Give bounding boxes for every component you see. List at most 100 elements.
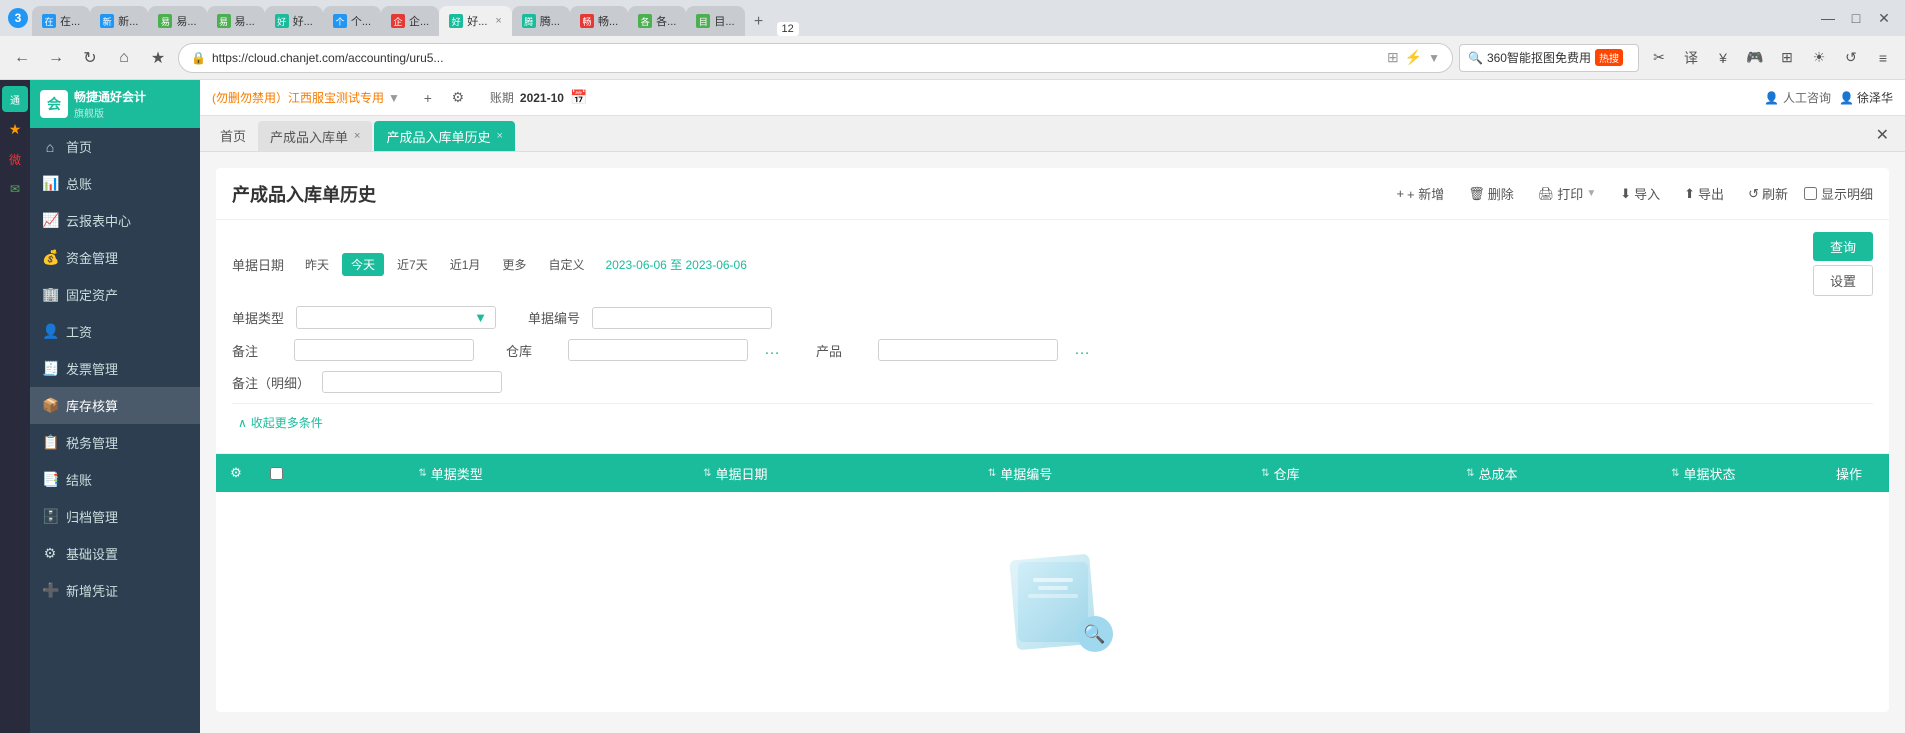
product-filter-input[interactable] [878, 339, 1058, 361]
delete-button[interactable]: 🗑 删除 [1460, 180, 1522, 207]
select-all-checkbox[interactable] [270, 467, 283, 480]
nav-item-settings[interactable]: ⚙ 基础设置 [30, 535, 200, 572]
product-more-button[interactable]: … [1070, 341, 1094, 359]
undo-icon[interactable]: ↺ [1837, 44, 1865, 72]
game-icon[interactable]: 🎮 [1741, 44, 1769, 72]
add-company-button[interactable]: + [416, 86, 440, 110]
icon-sidebar-email[interactable]: ✉ [2, 176, 28, 202]
date-btn-7days[interactable]: 近7天 [388, 253, 437, 276]
page-tab-2[interactable]: 产成品入库单历史 × [374, 121, 514, 151]
export-button[interactable]: ⬆ 导出 [1676, 180, 1732, 207]
page-tab-1-close[interactable]: × [354, 130, 360, 142]
browser-tab-8[interactable]: 好 好... × [439, 6, 512, 36]
maximize-button[interactable]: □ [1843, 5, 1869, 31]
nav-item-settlement[interactable]: 📑 结账 [30, 461, 200, 498]
table-col-checkbox[interactable] [256, 454, 296, 492]
icon-sidebar-star[interactable]: ★ [2, 116, 28, 142]
nav-item-archive[interactable]: 🗄️ 归档管理 [30, 498, 200, 535]
icon-sidebar-chanjet[interactable]: 通 [2, 86, 28, 112]
back-button[interactable]: ← [8, 44, 36, 72]
translate-icon[interactable]: 译 [1677, 44, 1705, 72]
nav-item-general-ledger[interactable]: 📊 总账 [30, 165, 200, 202]
warehouse-filter-label: 仓库 [506, 341, 556, 360]
browser-tab-12[interactable]: 目 目... [686, 6, 744, 36]
new-tab-button[interactable]: + [745, 8, 773, 36]
query-button[interactable]: 查询 [1813, 232, 1873, 261]
browser-tab-7[interactable]: 企 企... [381, 6, 439, 36]
close-panel-button[interactable]: ✕ [1868, 119, 1897, 151]
browser-tab-10[interactable]: 畅 畅... [570, 6, 628, 36]
table-col-cost[interactable]: ⇅ 总成本 [1386, 454, 1597, 492]
user-service-button[interactable]: 👤 人工咨询 [1764, 89, 1831, 106]
print-button[interactable]: 🖨 打印 ▼ [1530, 180, 1604, 207]
dropdown-icon[interactable]: ▼ [1428, 51, 1440, 65]
table-col-number[interactable]: ⇅ 单据编号 [865, 454, 1174, 492]
browser-tab-11[interactable]: 各 各... [628, 6, 686, 36]
sun-icon[interactable]: ☀ [1805, 44, 1833, 72]
nav-item-new-voucher[interactable]: ➕ 新增凭证 [30, 572, 200, 609]
refresh-button[interactable]: ↺ 刷新 [1740, 180, 1796, 207]
nav-item-tax[interactable]: 📋 税务管理 [30, 424, 200, 461]
refresh-button[interactable]: ↻ [76, 44, 104, 72]
type-filter-select[interactable]: ▼ [296, 306, 496, 329]
menu-icon[interactable]: ≡ [1869, 44, 1897, 72]
browser-tab-3[interactable]: 易 易... [148, 6, 206, 36]
date-btn-1month[interactable]: 近1月 [441, 253, 490, 276]
grid-apps-icon[interactable]: ⊞ [1773, 44, 1801, 72]
minimize-button[interactable]: — [1815, 5, 1841, 31]
browser-tab-9[interactable]: 腾 腾... [512, 6, 570, 36]
nav-item-assets-label: 固定资产 [66, 285, 118, 304]
browser-tab-5[interactable]: 好 好... [265, 6, 323, 36]
icon-sidebar-weibo[interactable]: 微 [2, 146, 28, 172]
nav-item-fixed-assets[interactable]: 🏢 固定资产 [30, 276, 200, 313]
nav-item-home[interactable]: ⌂ 首页 [30, 128, 200, 165]
nav-item-invoice[interactable]: 🧾 发票管理 [30, 350, 200, 387]
date-btn-today[interactable]: 今天 [342, 253, 384, 276]
address-bar[interactable]: 🔒 https://cloud.chanjet.com/accounting/u… [178, 43, 1453, 73]
company-selector[interactable]: (勿删勿禁用）江西服宝测试专用 ▼ [212, 89, 400, 106]
table-col-warehouse[interactable]: ⇅ 仓库 [1175, 454, 1386, 492]
date-btn-custom[interactable]: 自定义 [539, 253, 593, 276]
close-button[interactable]: ✕ [1871, 5, 1897, 31]
collapse-button[interactable]: ∧ 收起更多条件 [232, 408, 1873, 437]
table-col-status[interactable]: ⇅ 单据状态 [1598, 454, 1809, 492]
date-btn-more[interactable]: 更多 [493, 253, 535, 276]
table-col-type[interactable]: ⇅ 单据类型 [296, 454, 605, 492]
yuan-icon[interactable]: ¥ [1709, 44, 1737, 72]
cloud-report-icon: 📈 [42, 212, 58, 229]
table-col-settings[interactable]: ⚙ [216, 454, 256, 492]
remark-detail-input[interactable] [322, 371, 502, 393]
show-detail-input[interactable] [1804, 187, 1817, 200]
browser-search-bar[interactable]: 🔍 360智能抠图免费用 热搜 [1459, 44, 1639, 72]
tab-close-8[interactable]: × [495, 15, 501, 27]
import-button[interactable]: ⬇ 导入 [1612, 180, 1668, 207]
nav-item-fund[interactable]: 💰 资金管理 [30, 239, 200, 276]
browser-tab-6[interactable]: 个 个... [323, 6, 381, 36]
nav-item-salary[interactable]: 👤 工资 [30, 313, 200, 350]
user-name-button[interactable]: 👤 徐泽华 [1839, 89, 1893, 106]
home-button[interactable]: ⌂ [110, 44, 138, 72]
warehouse-more-button[interactable]: … [760, 341, 784, 359]
nav-item-cloud-report[interactable]: 📈 云报表中心 [30, 202, 200, 239]
date-btn-yesterday[interactable]: 昨天 [296, 253, 338, 276]
forward-button[interactable]: → [42, 44, 70, 72]
calendar-button[interactable]: 📅 [570, 89, 587, 106]
browser-tab-2[interactable]: 新 新... [90, 6, 148, 36]
warehouse-filter-input[interactable] [568, 339, 748, 361]
nav-item-inventory[interactable]: 📦 库存核算 [30, 387, 200, 424]
page-tab-home[interactable]: 首页 [208, 120, 258, 151]
remark-filter-input[interactable] [294, 339, 474, 361]
browser-tab-4[interactable]: 易 易... [207, 6, 265, 36]
number-filter-input[interactable] [592, 307, 772, 329]
table-col-date[interactable]: ⇅ 单据日期 [605, 454, 865, 492]
company-settings-button[interactable]: ⚙ [446, 86, 470, 110]
new-button[interactable]: + + 新增 [1388, 180, 1452, 207]
sort-type-icon: ⇅ [418, 468, 426, 479]
scissors-icon[interactable]: ✂ [1645, 44, 1673, 72]
show-detail-checkbox[interactable]: 显示明细 [1804, 184, 1873, 203]
browser-tab-1[interactable]: 在 在... [32, 6, 90, 36]
settings-button[interactable]: 设置 [1813, 265, 1873, 296]
bookmark-button[interactable]: ★ [144, 44, 172, 72]
page-tab-2-close[interactable]: × [496, 130, 502, 142]
page-tab-1[interactable]: 产成品入库单 × [258, 121, 372, 151]
